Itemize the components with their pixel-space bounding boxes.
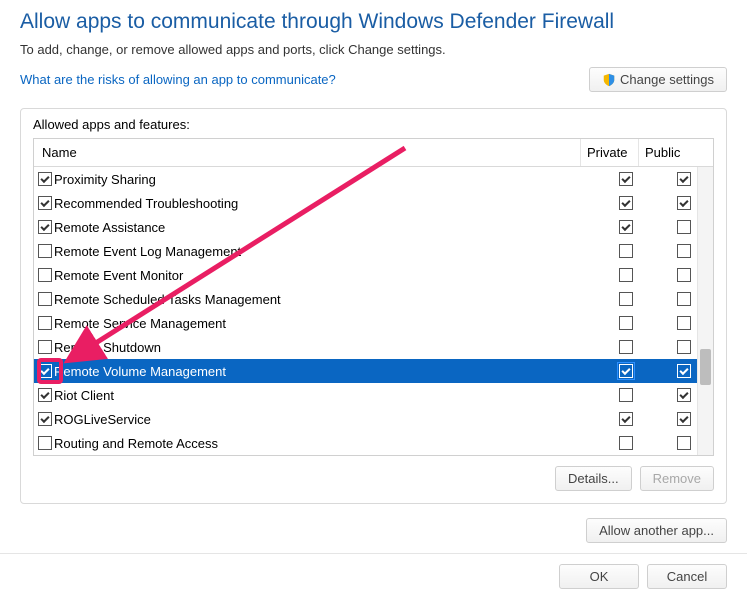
change-settings-button[interactable]: Change settings: [589, 67, 727, 92]
checkbox[interactable]: [38, 292, 52, 306]
checkbox[interactable]: [619, 388, 633, 402]
checkbox[interactable]: [38, 316, 52, 330]
details-button[interactable]: Details...: [555, 466, 632, 491]
table-row[interactable]: Remote Shutdown: [34, 335, 713, 359]
remove-button[interactable]: Remove: [640, 466, 714, 491]
scrollbar[interactable]: [697, 167, 713, 455]
dialog-footer: OK Cancel: [0, 553, 747, 603]
app-name-label: Proximity Sharing: [54, 172, 156, 187]
table-body: Proximity Sharing Recommended Troubleshoo…: [34, 167, 713, 455]
app-name-label: Recommended Troubleshooting: [54, 196, 238, 211]
table-header: Name Private Public: [34, 139, 713, 167]
page-subtitle: To add, change, or remove allowed apps a…: [20, 42, 727, 57]
checkbox[interactable]: [677, 436, 691, 450]
table-row[interactable]: Riot Client: [34, 383, 713, 407]
list-label: Allowed apps and features:: [33, 117, 714, 132]
checkbox[interactable]: [619, 292, 633, 306]
app-name-label: Riot Client: [54, 388, 114, 403]
checkbox[interactable]: [38, 244, 52, 258]
checkbox[interactable]: [677, 196, 691, 210]
change-settings-label: Change settings: [620, 72, 714, 87]
checkbox[interactable]: [619, 340, 633, 354]
checkbox[interactable]: [619, 196, 633, 210]
risks-link[interactable]: What are the risks of allowing an app to…: [20, 72, 336, 87]
cancel-button[interactable]: Cancel: [647, 564, 727, 589]
table-row[interactable]: Remote Volume Management: [34, 359, 713, 383]
checkbox[interactable]: [677, 316, 691, 330]
table-row[interactable]: ROGLiveService: [34, 407, 713, 431]
checkbox[interactable]: [677, 340, 691, 354]
checkbox[interactable]: [38, 220, 52, 234]
checkbox[interactable]: [38, 364, 52, 378]
app-name-label: Remote Shutdown: [54, 340, 161, 355]
table-row[interactable]: Remote Assistance: [34, 215, 713, 239]
app-name-label: Remote Event Log Management: [54, 244, 241, 259]
checkbox[interactable]: [677, 268, 691, 282]
app-name-label: Remote Scheduled Tasks Management: [54, 292, 281, 307]
scrollbar-thumb[interactable]: [700, 349, 711, 385]
table-row[interactable]: Recommended Troubleshooting: [34, 191, 713, 215]
checkbox[interactable]: [677, 364, 691, 378]
checkbox[interactable]: [619, 436, 633, 450]
app-name-label: Remote Assistance: [54, 220, 165, 235]
table-row[interactable]: Remote Service Management: [34, 311, 713, 335]
page-title: Allow apps to communicate through Window…: [20, 10, 727, 34]
checkbox[interactable]: [677, 244, 691, 258]
checkbox[interactable]: [619, 244, 633, 258]
shield-icon: [602, 73, 616, 87]
checkbox[interactable]: [619, 172, 633, 186]
app-name-label: Remote Service Management: [54, 316, 226, 331]
checkbox[interactable]: [619, 412, 633, 426]
table-row[interactable]: Remote Scheduled Tasks Management: [34, 287, 713, 311]
checkbox[interactable]: [677, 172, 691, 186]
checkbox[interactable]: [38, 340, 52, 354]
column-header-private[interactable]: Private: [581, 139, 639, 166]
checkbox[interactable]: [677, 220, 691, 234]
allowed-apps-card: Allowed apps and features: Name Private …: [20, 108, 727, 504]
checkbox[interactable]: [38, 268, 52, 282]
table-row[interactable]: Remote Event Log Management: [34, 239, 713, 263]
table-row[interactable]: Proximity Sharing: [34, 167, 713, 191]
checkbox[interactable]: [677, 388, 691, 402]
checkbox[interactable]: [38, 172, 52, 186]
checkbox[interactable]: [677, 412, 691, 426]
column-header-public[interactable]: Public: [639, 139, 697, 166]
checkbox[interactable]: [619, 364, 633, 378]
app-name-label: ROGLiveService: [54, 412, 151, 427]
table-row[interactable]: Routing and Remote Access: [34, 431, 713, 455]
app-name-label: Remote Event Monitor: [54, 268, 183, 283]
checkbox[interactable]: [38, 436, 52, 450]
checkbox[interactable]: [38, 412, 52, 426]
checkbox[interactable]: [38, 388, 52, 402]
column-header-name[interactable]: Name: [34, 139, 581, 166]
checkbox[interactable]: [619, 220, 633, 234]
app-name-label: Remote Volume Management: [54, 364, 226, 379]
apps-table: Name Private Public Proximity Sharing Rec…: [33, 138, 714, 456]
app-name-label: Routing and Remote Access: [54, 436, 218, 451]
checkbox[interactable]: [619, 316, 633, 330]
checkbox[interactable]: [38, 196, 52, 210]
checkbox[interactable]: [619, 268, 633, 282]
table-row[interactable]: Remote Event Monitor: [34, 263, 713, 287]
allow-another-app-button[interactable]: Allow another app...: [586, 518, 727, 543]
ok-button[interactable]: OK: [559, 564, 639, 589]
checkbox[interactable]: [677, 292, 691, 306]
